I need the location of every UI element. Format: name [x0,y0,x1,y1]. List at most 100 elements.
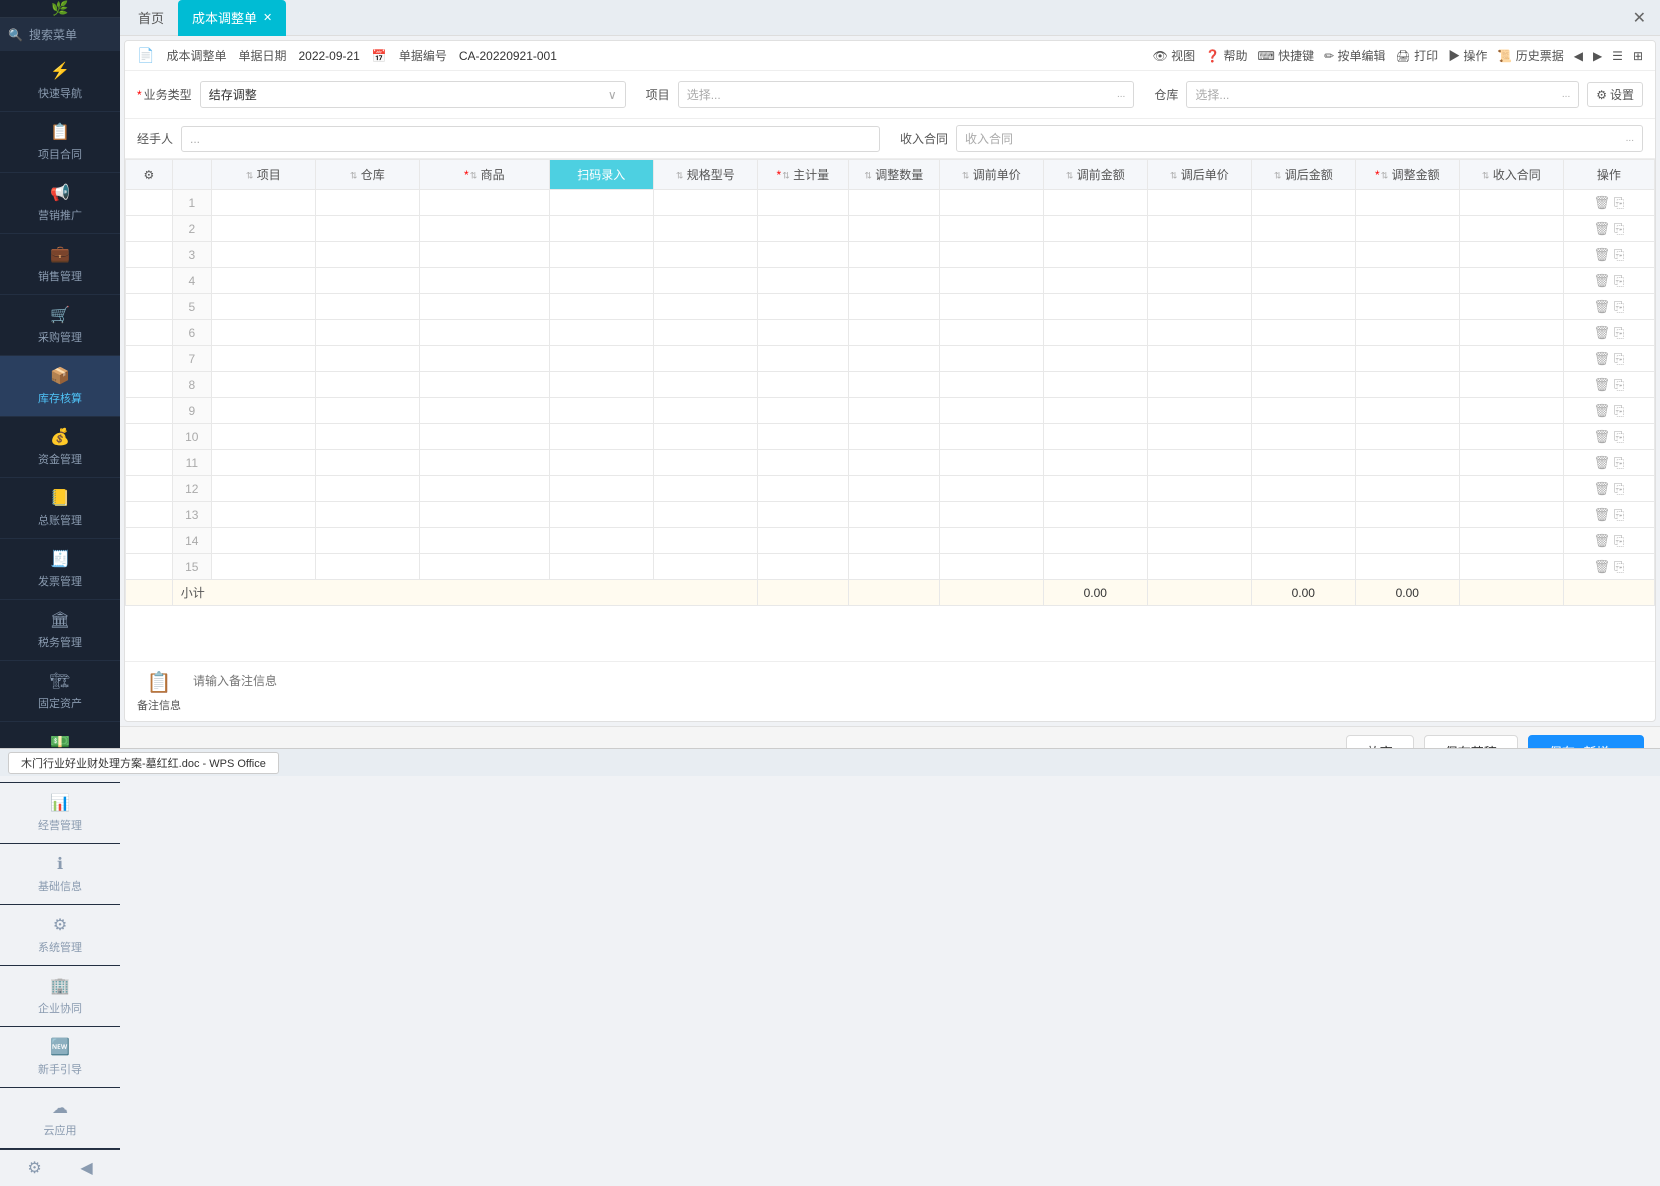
cell-income[interactable] [1459,372,1563,398]
cell-qty[interactable] [848,372,939,398]
cell-amount-before[interactable] [1043,346,1147,372]
cell-project[interactable] [211,554,315,580]
cell-amount-after[interactable] [1251,554,1355,580]
cell-adjust[interactable] [1355,320,1459,346]
delete-icon[interactable]: 🗑 [1593,325,1610,340]
cell-warehouse[interactable] [315,424,419,450]
tab-cost-adjust[interactable]: 成本调整单 ✕ [178,0,286,36]
copy-icon[interactable]: ⎘ [1614,299,1624,314]
cell-product[interactable] [419,268,549,294]
cell-product[interactable] [419,242,549,268]
cell-unit[interactable] [757,398,848,424]
cell-product[interactable] [419,502,549,528]
cell-amount-after[interactable] [1251,320,1355,346]
grid-view-button[interactable]: ☰ [1612,49,1623,63]
cell-scan[interactable] [549,476,653,502]
sidebar-item-project-contract[interactable]: 📋 项目合同 [0,112,120,173]
cell-project[interactable] [211,450,315,476]
cell-spec[interactable] [653,242,757,268]
cell-amount-before[interactable] [1043,450,1147,476]
cell-qty[interactable] [848,242,939,268]
cell-qty[interactable] [848,554,939,580]
cell-scan[interactable] [549,502,653,528]
cell-price-after[interactable] [1147,476,1251,502]
col-qty-header[interactable]: ⇅ 调整数量 [848,160,939,190]
sidebar-item-tax[interactable]: 🏛 税务管理 [0,600,120,661]
cell-adjust[interactable] [1355,424,1459,450]
cell-warehouse[interactable] [315,398,419,424]
cell-warehouse[interactable] [315,502,419,528]
cell-price-before[interactable] [939,346,1043,372]
cell-warehouse[interactable] [315,372,419,398]
cell-price-after[interactable] [1147,294,1251,320]
cell-amount-before[interactable] [1043,190,1147,216]
cell-scan[interactable] [549,268,653,294]
cell-product[interactable] [419,294,549,320]
copy-icon[interactable]: ⎘ [1614,533,1624,548]
cell-scan[interactable] [549,320,653,346]
cell-scan[interactable] [549,554,653,580]
cell-amount-after[interactable] [1251,476,1355,502]
cell-amount-after[interactable] [1251,424,1355,450]
cell-income[interactable] [1459,554,1563,580]
warehouse-input[interactable]: 选择... ... [1186,81,1579,108]
delete-icon[interactable]: 🗑 [1593,221,1610,236]
note-icon-wrapper[interactable]: 📋 备注信息 [137,670,181,713]
cell-price-after[interactable] [1147,450,1251,476]
cell-price-after[interactable] [1147,528,1251,554]
tab-close-button[interactable]: ✕ [263,11,272,24]
cell-price-after[interactable] [1147,398,1251,424]
copy-icon[interactable]: ⎘ [1614,351,1624,366]
view-button[interactable]: 👁 视图 [1153,47,1196,64]
cell-product[interactable] [419,216,549,242]
cell-price-after[interactable] [1147,268,1251,294]
cell-price-after[interactable] [1147,242,1251,268]
copy-icon[interactable]: ⎘ [1614,455,1624,470]
handler-input[interactable]: ... [181,126,880,152]
cell-amount-after[interactable] [1251,528,1355,554]
cell-price-before[interactable] [939,320,1043,346]
cell-price-before[interactable] [939,554,1043,580]
cell-amount-after[interactable] [1251,268,1355,294]
cell-price-before[interactable] [939,190,1043,216]
sidebar-item-quick-nav[interactable]: ⚡ 快速导航 [0,51,120,112]
cell-qty[interactable] [848,216,939,242]
cell-unit[interactable] [757,476,848,502]
cell-scan[interactable] [549,190,653,216]
cell-adjust[interactable] [1355,294,1459,320]
sidebar-item-system[interactable]: ⚙ 系统管理 [0,905,120,966]
copy-icon[interactable]: ⎘ [1614,273,1624,288]
col-adjust-header[interactable]: ⇅ 调整金额 [1355,160,1459,190]
cell-unit[interactable] [757,216,848,242]
copy-icon[interactable]: ⎘ [1614,325,1624,340]
cell-price-before[interactable] [939,528,1043,554]
cell-unit[interactable] [757,242,848,268]
cell-product[interactable] [419,320,549,346]
cell-price-after[interactable] [1147,216,1251,242]
copy-icon[interactable]: ⎘ [1614,403,1624,418]
cell-price-after[interactable] [1147,554,1251,580]
cell-product[interactable] [419,372,549,398]
income-contract-input[interactable]: 收入合同 ... [956,125,1643,152]
cell-adjust[interactable] [1355,528,1459,554]
sidebar-item-fixed-assets[interactable]: 🏗 固定资产 [0,661,120,722]
cell-scan[interactable] [549,346,653,372]
cell-amount-before[interactable] [1043,320,1147,346]
window-close-button[interactable]: ✕ [1623,8,1656,28]
collapse-icon[interactable]: ◀ [80,1158,92,1178]
cell-spec[interactable] [653,320,757,346]
cell-amount-before[interactable] [1043,476,1147,502]
cell-price-before[interactable] [939,424,1043,450]
col-price-after-header[interactable]: ⇅ 调后单价 [1147,160,1251,190]
cell-spec[interactable] [653,372,757,398]
detail-view-button[interactable]: ⊞ [1633,49,1643,63]
cell-income[interactable] [1459,346,1563,372]
cell-income[interactable] [1459,320,1563,346]
sidebar-search[interactable]: 🔍 搜索菜单 [0,18,120,51]
cell-amount-before[interactable] [1043,268,1147,294]
cell-income[interactable] [1459,268,1563,294]
cell-project[interactable] [211,190,315,216]
calendar-icon[interactable]: 📅 [372,49,387,63]
cell-adjust[interactable] [1355,450,1459,476]
sidebar-item-finance[interactable]: 💰 资金管理 [0,417,120,478]
